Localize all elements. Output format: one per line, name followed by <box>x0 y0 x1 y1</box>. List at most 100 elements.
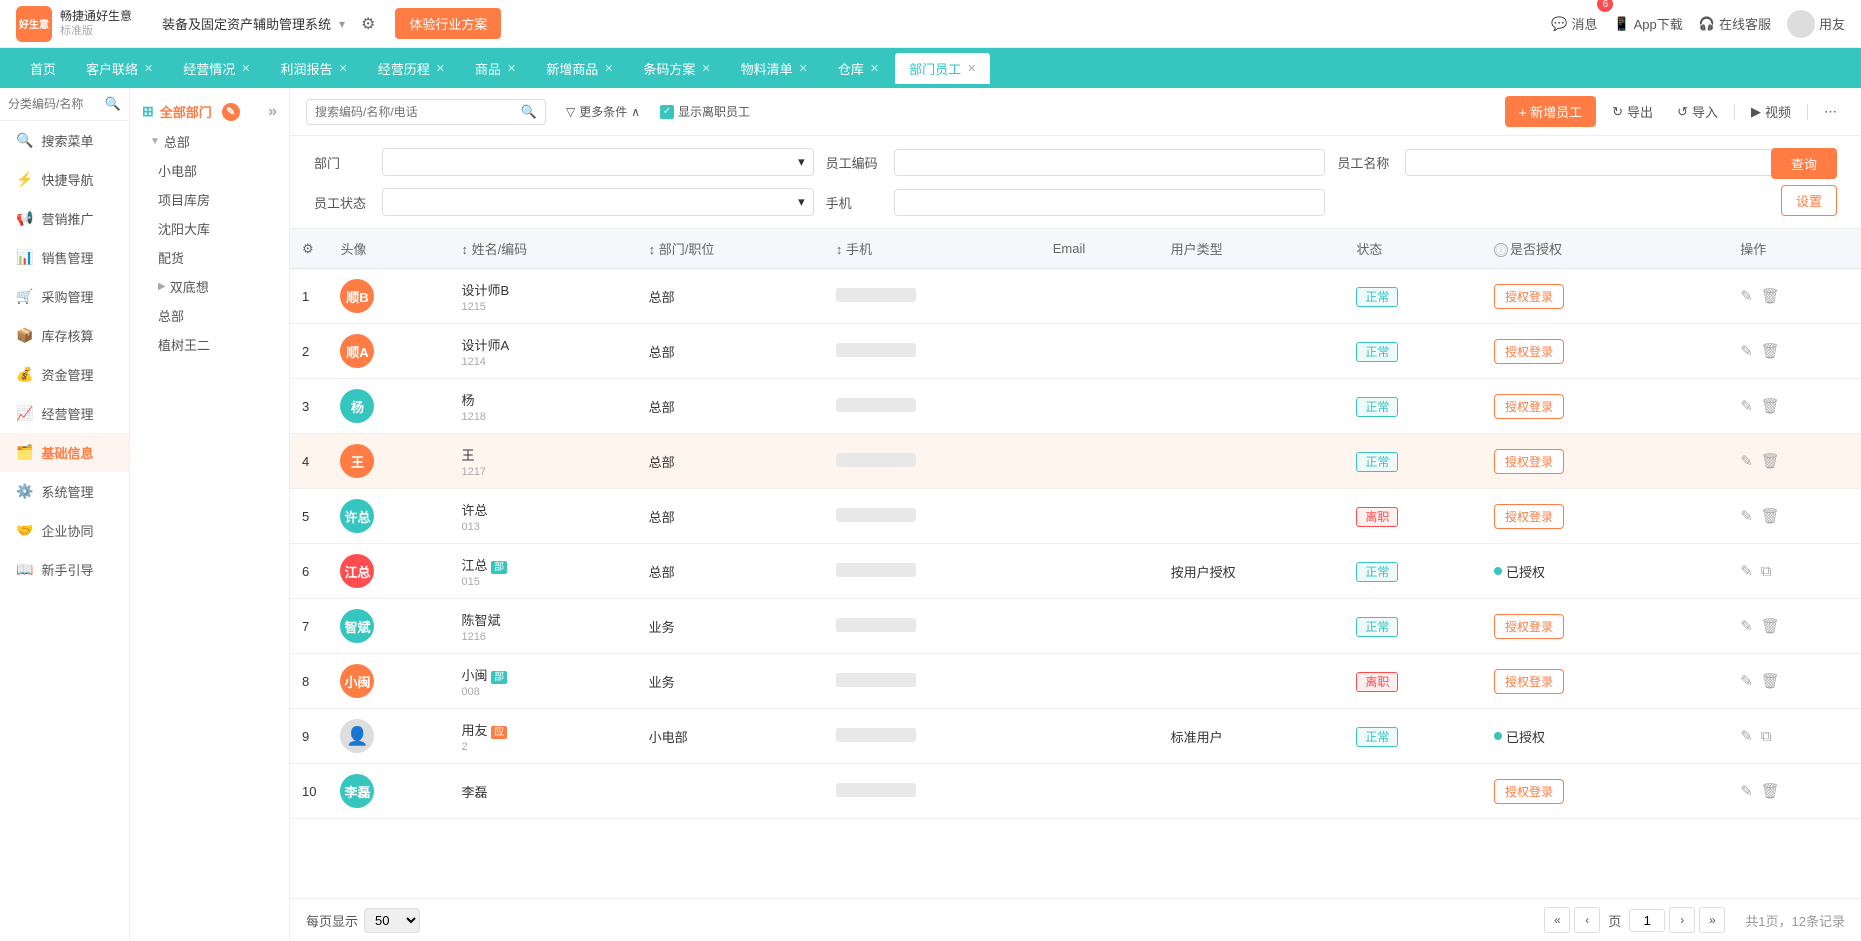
tab-product[interactable]: 商品 ✕ <box>461 53 530 84</box>
edit-icon[interactable]: ✎ <box>1740 287 1753 305</box>
tab-journey[interactable]: 经营历程 ✕ <box>364 53 459 84</box>
auth-login-btn[interactable]: 授权登录 <box>1494 504 1564 529</box>
th-settings[interactable]: ⚙ <box>290 229 328 269</box>
sidebar-item-search[interactable]: 🔍搜索菜单 <box>0 121 129 160</box>
close-icon[interactable]: ✕ <box>507 62 516 75</box>
close-icon[interactable]: ✕ <box>144 62 153 75</box>
dept-node-root[interactable]: ▼ 总部 <box>130 127 289 156</box>
auth-login-btn[interactable]: 授权登录 <box>1494 394 1564 419</box>
online-service-btn[interactable]: 🎧 在线客服 <box>1699 14 1771 33</box>
sidebar-item-guide[interactable]: 📖新手引导 <box>0 550 129 589</box>
delete-icon[interactable]: 🗑 <box>1761 397 1780 415</box>
dept-edit-icon[interactable]: ✎ <box>222 103 240 121</box>
edit-icon[interactable]: ✎ <box>1740 672 1753 690</box>
edit-icon[interactable]: ✎ <box>1740 782 1753 800</box>
sidebar-item-finance[interactable]: 💰资金管理 <box>0 355 129 394</box>
edit-icon[interactable]: ✎ <box>1740 562 1753 580</box>
close-icon[interactable]: ✕ <box>701 62 710 75</box>
tab-profit[interactable]: 利润报告 ✕ <box>266 53 361 84</box>
dept-node-double[interactable]: ▶ 双底想 <box>130 272 289 301</box>
dept-collapse-icon[interactable]: » <box>268 103 277 121</box>
close-icon[interactable]: ✕ <box>799 62 808 75</box>
edit-icon[interactable]: ✎ <box>1740 727 1753 745</box>
dept-select[interactable]: ▾ <box>382 148 814 176</box>
auth-login-btn[interactable]: 授权登录 <box>1494 449 1564 474</box>
delete-icon[interactable]: 🗑 <box>1761 342 1780 360</box>
tab-bom[interactable]: 物料清单 ✕ <box>727 53 822 84</box>
add-employee-btn[interactable]: + 新增员工 <box>1505 96 1596 127</box>
sidebar-search-icon[interactable]: 🔍 <box>105 96 121 112</box>
export-btn[interactable]: ↻ 导出 <box>1604 98 1661 125</box>
delete-icon[interactable]: 🗑 <box>1761 507 1780 525</box>
import-btn[interactable]: ↺ 导入 <box>1669 98 1726 125</box>
auth-login-btn[interactable]: 授权登录 <box>1494 339 1564 364</box>
copy-icon[interactable]: ⧉ <box>1761 563 1772 580</box>
edit-icon[interactable]: ✎ <box>1740 507 1753 525</box>
th-dept-position[interactable]: ↕ 部门/职位 <box>637 229 824 269</box>
sidebar-item-marketing[interactable]: 📢营销推广 <box>0 199 129 238</box>
more-filter-btn[interactable]: ▽ 更多条件 ∧ <box>558 99 648 124</box>
app-download-btn[interactable]: 📱 App下载 <box>1613 14 1682 33</box>
delete-icon[interactable]: 🗑 <box>1761 452 1780 470</box>
dept-node-delivery[interactable]: 配货 <box>130 243 289 272</box>
last-page-btn[interactable]: » <box>1699 907 1725 933</box>
experience-btn[interactable]: 体验行业方案 <box>395 8 501 39</box>
auth-login-btn[interactable]: 授权登录 <box>1494 669 1564 694</box>
close-icon-active[interactable]: ✕ <box>967 62 976 75</box>
prev-page-btn[interactable]: ‹ <box>1574 907 1600 933</box>
delete-icon[interactable]: 🗑 <box>1761 617 1780 635</box>
search-icon[interactable]: 🔍 <box>521 104 537 120</box>
sidebar-item-sales[interactable]: 📊销售管理 <box>0 238 129 277</box>
copy-icon[interactable]: ⧉ <box>1761 728 1772 745</box>
delete-icon[interactable]: 🗑 <box>1761 672 1780 690</box>
delete-icon[interactable]: 🗑 <box>1761 782 1780 800</box>
dept-node-proj-storage[interactable]: 项目库房 <box>130 185 289 214</box>
edit-icon[interactable]: ✎ <box>1740 452 1753 470</box>
message-btn[interactable]: 💬 消息 6 <box>1551 14 1597 33</box>
emp-status-select[interactable]: ▾ <box>382 188 814 216</box>
edit-icon[interactable]: ✎ <box>1740 397 1753 415</box>
th-phone[interactable]: ↕ 手机 <box>824 229 1041 269</box>
close-icon[interactable]: ✕ <box>604 62 613 75</box>
edit-icon[interactable]: ✎ <box>1740 342 1753 360</box>
delete-icon[interactable]: 🗑 <box>1761 287 1780 305</box>
settings-icon[interactable]: ⚙ <box>361 14 375 34</box>
tab-home[interactable]: 首页 <box>16 53 70 84</box>
sidebar-item-quick-nav[interactable]: ⚡快捷导航 <box>0 160 129 199</box>
next-page-btn[interactable]: › <box>1669 907 1695 933</box>
auth-login-btn[interactable]: 授权登录 <box>1494 614 1564 639</box>
edit-icon[interactable]: ✎ <box>1740 617 1753 635</box>
page-size-select[interactable]: 50 100 <box>364 908 420 933</box>
sidebar-item-inventory[interactable]: 📦库存核算 <box>0 316 129 355</box>
emp-code-input[interactable] <box>894 149 1326 176</box>
reset-btn[interactable]: 设置 <box>1781 185 1837 216</box>
auth-login-btn[interactable]: 授权登录 <box>1494 284 1564 309</box>
dept-node-xiao-dian[interactable]: 小电部 <box>130 156 289 185</box>
sidebar-item-system[interactable]: ⚙️系统管理 <box>0 472 129 511</box>
auth-login-btn[interactable]: 授权登录 <box>1494 779 1564 804</box>
sidebar-item-basic-info[interactable]: 🗂️基础信息 <box>0 433 129 472</box>
close-icon[interactable]: ✕ <box>241 62 250 75</box>
dept-node-shenyang[interactable]: 沈阳大库 <box>130 214 289 243</box>
close-icon[interactable]: ✕ <box>339 62 348 75</box>
close-icon[interactable]: ✕ <box>436 62 445 75</box>
dept-node-plant-tree[interactable]: 植树王二 <box>130 330 289 359</box>
th-name-code[interactable]: ↕ 姓名/编码 <box>449 229 636 269</box>
dept-node-headquarter[interactable]: 总部 <box>130 301 289 330</box>
sidebar-item-management[interactable]: 📈经营管理 <box>0 394 129 433</box>
show-resigned-toggle[interactable]: ✓ 显示离职员工 <box>660 103 750 120</box>
tab-operation[interactable]: 经营情况 ✕ <box>169 53 264 84</box>
more-btn[interactable]: ⋯ <box>1816 100 1845 124</box>
tab-add-product[interactable]: 新增商品 ✕ <box>532 53 627 84</box>
tab-warehouse[interactable]: 仓库 ✕ <box>824 53 893 84</box>
phone-input[interactable] <box>894 189 1326 216</box>
page-number-input[interactable] <box>1629 909 1665 932</box>
user-avatar-area[interactable]: 用友 <box>1787 10 1845 38</box>
sidebar-search-input[interactable] <box>8 97 105 111</box>
search-input[interactable] <box>315 105 515 119</box>
view-btn[interactable]: ▶ 视频 <box>1743 98 1799 125</box>
close-icon[interactable]: ✕ <box>870 62 879 75</box>
query-btn[interactable]: 查询 <box>1771 148 1837 179</box>
sidebar-item-purchase[interactable]: 🛒采购管理 <box>0 277 129 316</box>
system-dropdown-arrow[interactable]: ▾ <box>339 17 345 31</box>
